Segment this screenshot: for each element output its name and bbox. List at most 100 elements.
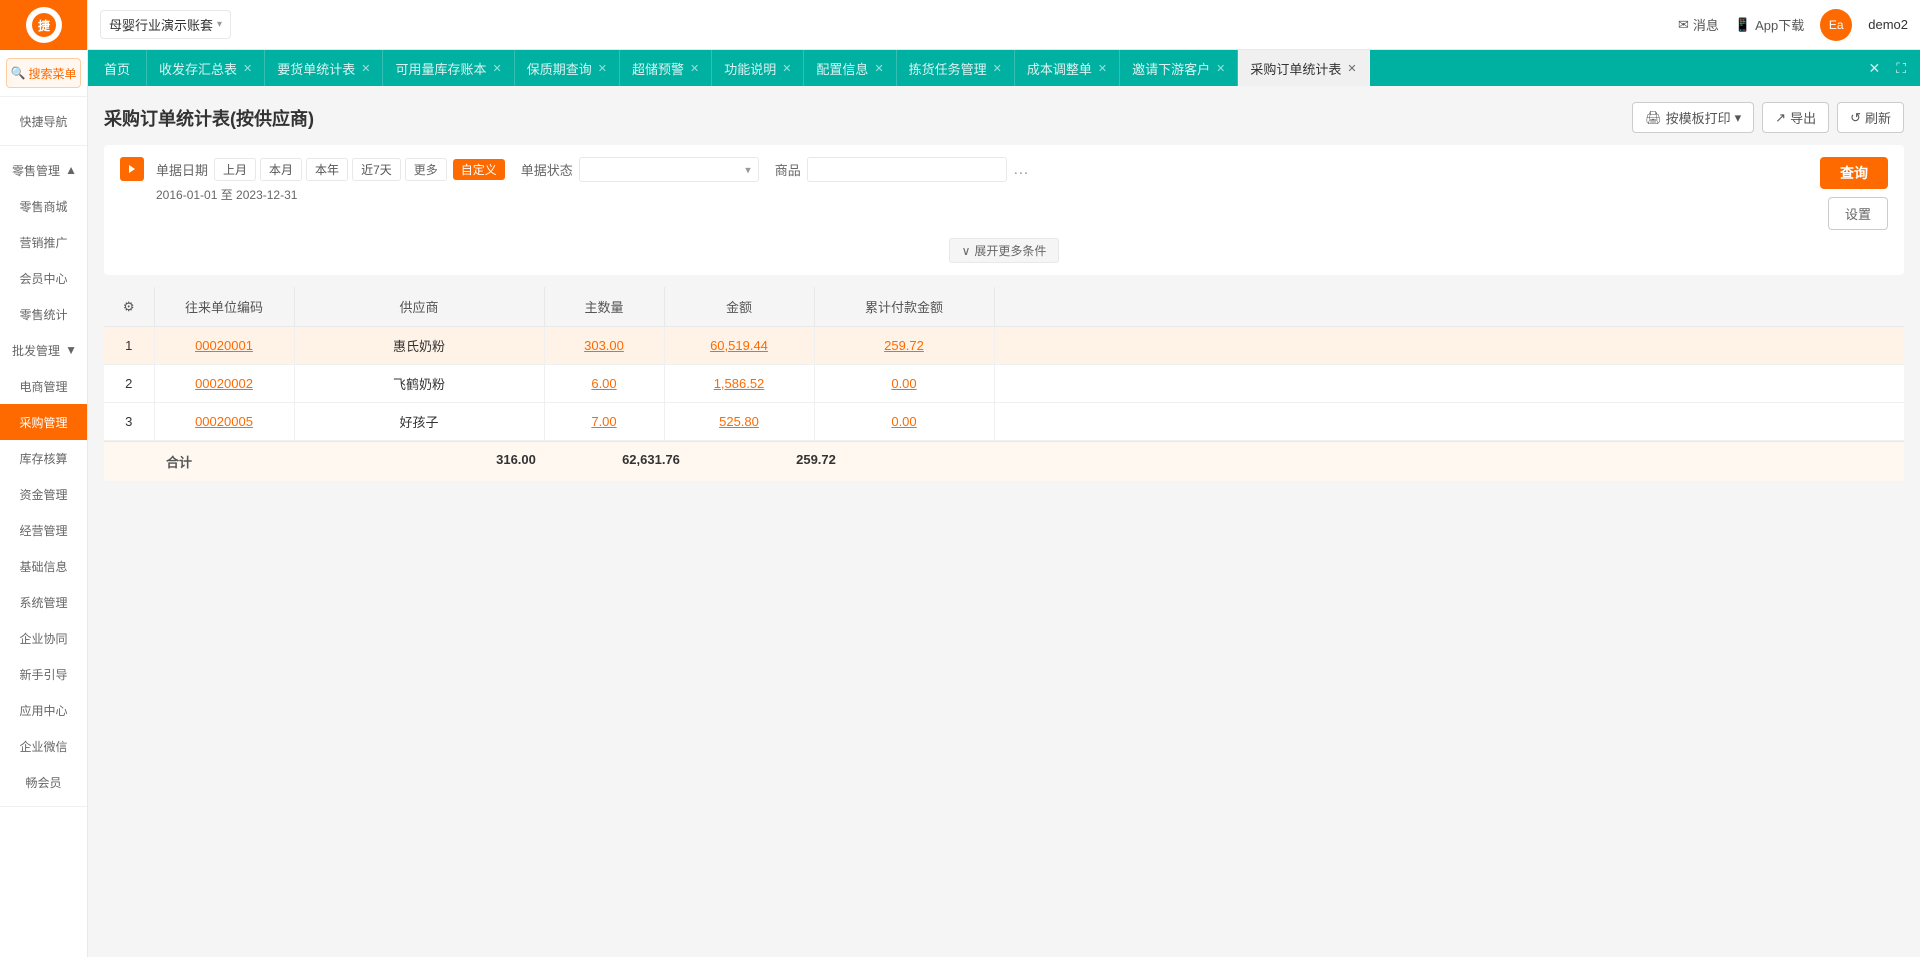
message-button[interactable]: ✉ 消息 <box>1678 15 1719 34</box>
sidebar-label-ecommerce: 电商管理 <box>19 378 67 395</box>
sidebar-item-basic[interactable]: 基础信息 <box>0 548 87 584</box>
sidebar-item-app-center[interactable]: 应用中心 <box>0 692 87 728</box>
link-qty-3[interactable]: 7.00 <box>591 414 616 429</box>
refresh-button[interactable]: ↺ 刷新 <box>1837 102 1904 133</box>
sidebar-item-quick-nav[interactable]: 快捷导航 <box>0 103 87 139</box>
cell-index-2: 2 <box>104 365 154 403</box>
shortcut-more[interactable]: 更多 <box>405 158 447 181</box>
shortcut-last-7-days[interactable]: 近7天 <box>352 158 401 181</box>
export-button[interactable]: ↗ 导出 <box>1762 102 1829 133</box>
tab-invite-downstream[interactable]: 邀请下游客户 ✕ <box>1120 50 1238 86</box>
app-download-button[interactable]: 📱 App下载 <box>1735 15 1804 34</box>
quick-nav-section: 快捷导航 <box>0 97 87 146</box>
sidebar-item-enterprise-wechat[interactable]: 企业微信 <box>0 728 87 764</box>
link-code-3[interactable]: 00020005 <box>195 414 253 429</box>
sidebar-item-operations[interactable]: 经营管理 <box>0 512 87 548</box>
table-row: 1 00020001 惠氏奶粉 303.00 60,519.44 259.72 <box>104 327 1904 365</box>
sidebar-item-enterprise[interactable]: 企业协同 <box>0 620 87 656</box>
chevron-icon: ▲ <box>65 163 77 177</box>
sidebar-item-marketing[interactable]: 营销推广 <box>0 224 87 260</box>
goods-input[interactable] <box>807 157 1007 182</box>
sidebar-item-member[interactable]: 会员中心 <box>0 260 87 296</box>
sidebar-item-zero-sales[interactable]: 零售管理 ▲ <box>0 152 87 188</box>
date-range-display: 2016-01-01 至 2023-12-31 <box>156 188 297 202</box>
chevron-icon-2: ▼ <box>65 343 77 357</box>
tab-picking-task[interactable]: 拣货任务管理 ✕ <box>897 50 1015 86</box>
sidebar-item-zero-shop[interactable]: 零售商城 <box>0 188 87 224</box>
cell-paid-2: 0.00 <box>814 365 994 403</box>
filter-toggle-button[interactable] <box>120 157 144 181</box>
link-amount-3[interactable]: 525.80 <box>719 414 759 429</box>
tab-home[interactable]: 首页 <box>88 50 147 86</box>
expand-more-button[interactable]: ∨ 展开更多条件 <box>949 238 1060 263</box>
user-avatar[interactable]: Ea <box>1820 9 1852 41</box>
footer-amount: 62,631.76 <box>576 452 726 471</box>
sidebar-item-wholesale[interactable]: 批发管理 ▼ <box>0 332 87 368</box>
sidebar-item-zero-stat[interactable]: 零售统计 <box>0 296 87 332</box>
expand-row: ∨ 展开更多条件 <box>120 238 1888 263</box>
tab-close-expiry-query[interactable]: ✕ <box>598 62 607 75</box>
link-paid-2[interactable]: 0.00 <box>891 376 916 391</box>
cell-qty-1: 303.00 <box>544 327 664 365</box>
link-amount-2[interactable]: 1,586.52 <box>714 376 765 391</box>
tab-close-picking-task[interactable]: ✕ <box>993 62 1002 75</box>
link-qty-2[interactable]: 6.00 <box>591 376 616 391</box>
workspace-selector[interactable]: 母婴行业演示账套 ▾ <box>100 10 231 39</box>
link-paid-3[interactable]: 0.00 <box>891 414 916 429</box>
shortcut-this-year[interactable]: 本年 <box>306 158 348 181</box>
sidebar-item-finance[interactable]: 资金管理 <box>0 476 87 512</box>
tab-config-info[interactable]: 配置信息 ✕ <box>804 50 896 86</box>
query-button[interactable]: 查询 <box>1820 157 1888 189</box>
tab-close-invite-downstream[interactable]: ✕ <box>1216 62 1225 75</box>
sidebar-item-system[interactable]: 系统管理 <box>0 584 87 620</box>
tab-close-overstock-warning[interactable]: ✕ <box>690 62 699 75</box>
sidebar-label-purchase: 采购管理 <box>19 414 67 431</box>
sidebar-item-member2[interactable]: 畅会员 <box>0 764 87 800</box>
shortcut-this-month[interactable]: 本月 <box>260 158 302 181</box>
link-code-1[interactable]: 00020001 <box>195 338 253 353</box>
close-all-tabs-button[interactable]: ✕ <box>1862 58 1886 79</box>
cell-index-1: 1 <box>104 327 154 365</box>
link-qty-1[interactable]: 303.00 <box>584 338 624 353</box>
tab-expiry-query[interactable]: 保质期查询 ✕ <box>515 50 620 86</box>
tab-overstock-warning[interactable]: 超储预警 ✕ <box>620 50 712 86</box>
tab-close-available-stock[interactable]: ✕ <box>493 62 502 75</box>
goods-more-icon[interactable]: … <box>1013 161 1029 179</box>
tab-cost-adjust[interactable]: 成本调整单 ✕ <box>1015 50 1120 86</box>
tab-close-config-info[interactable]: ✕ <box>874 62 883 75</box>
sidebar-label-app-center: 应用中心 <box>19 702 67 719</box>
tab-close-cost-adjust[interactable]: ✕ <box>1098 62 1107 75</box>
tab-goods-stat[interactable]: 要货单统计表 ✕ <box>265 50 383 86</box>
link-amount-1[interactable]: 60,519.44 <box>710 338 768 353</box>
print-button[interactable]: 🖨 按模板打印 ▾ <box>1632 102 1754 133</box>
sidebar-item-purchase[interactable]: 采购管理 <box>0 404 87 440</box>
download-icon: 📱 <box>1735 17 1751 33</box>
status-select[interactable] <box>579 157 759 182</box>
search-menu-button[interactable]: 🔍 搜索菜单 <box>6 58 81 88</box>
data-table: ⚙ 往来单位编码 供应商 主数量 金额 累计付款金额 1 00020001 惠氏… <box>104 287 1904 441</box>
tab-receive-send[interactable]: 收发存汇总表 ✕ <box>147 50 265 86</box>
tab-purchase-order-stat[interactable]: 采购订单统计表 ✕ <box>1238 50 1369 86</box>
tab-close-purchase-order-stat[interactable]: ✕ <box>1347 62 1356 75</box>
tab-close-function-desc[interactable]: ✕ <box>782 62 791 75</box>
tab-close-goods-stat[interactable]: ✕ <box>361 62 370 75</box>
goods-label: 商品 <box>775 160 801 179</box>
tab-close-receive-send[interactable]: ✕ <box>243 62 252 75</box>
link-paid-1[interactable]: 259.72 <box>884 338 924 353</box>
col-settings[interactable]: ⚙ <box>104 287 154 327</box>
sidebar-item-ecommerce[interactable]: 电商管理 <box>0 368 87 404</box>
sidebar-item-newbie[interactable]: 新手引导 <box>0 656 87 692</box>
export-label: 导出 <box>1790 108 1816 127</box>
tab-invite-downstream-label: 邀请下游客户 <box>1132 59 1210 78</box>
shortcut-last-month[interactable]: 上月 <box>214 158 256 181</box>
link-code-2[interactable]: 00020002 <box>195 376 253 391</box>
tab-available-stock[interactable]: 可用量库存账本 ✕ <box>383 50 514 86</box>
page-title: 采购订单统计表(按供应商) <box>104 105 314 131</box>
sidebar-item-inventory[interactable]: 库存核算 <box>0 440 87 476</box>
settings-button[interactable]: 设置 <box>1828 197 1888 230</box>
tab-function-desc[interactable]: 功能说明 ✕ <box>712 50 804 86</box>
maximize-button[interactable]: ⛶ <box>1890 58 1912 79</box>
cell-paid-1: 259.72 <box>814 327 994 365</box>
tab-bar-end: ✕ ⛶ <box>1854 58 1920 79</box>
sidebar-label-enterprise: 企业协同 <box>19 630 67 647</box>
